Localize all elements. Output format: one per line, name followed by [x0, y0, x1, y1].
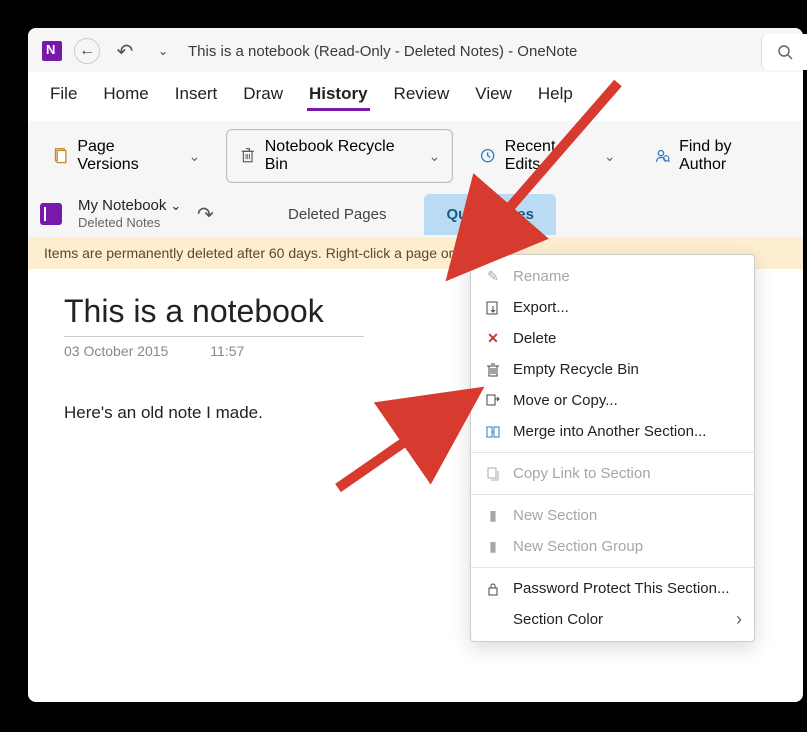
menu-insert[interactable]: Insert: [173, 82, 220, 111]
menu-home[interactable]: Home: [101, 82, 150, 111]
page-date: 03 October 2015: [64, 343, 168, 359]
ctx-merge-section[interactable]: Merge into Another Section...: [471, 416, 754, 447]
menu-review[interactable]: Review: [392, 82, 452, 111]
customize-qat-button[interactable]: ⌄: [150, 38, 176, 64]
nav-back-icon[interactable]: ↶: [197, 202, 214, 227]
separator: [471, 567, 754, 568]
color-icon: [485, 612, 501, 628]
notebook-name: My Notebook: [78, 197, 181, 214]
ctx-new-section: ▮ New Section: [471, 500, 754, 531]
window-title: This is a notebook (Read-Only - Deleted …: [188, 43, 577, 60]
banner-text: Items are permanently deleted after 60 d…: [44, 245, 453, 261]
trash-icon: [485, 362, 501, 378]
ctx-copy-link: Copy Link to Section: [471, 458, 754, 489]
ctx-new-section-group: ▮ New Section Group: [471, 531, 754, 562]
onenote-app-icon: [42, 41, 62, 61]
lock-icon: [485, 581, 501, 597]
back-button[interactable]: ←: [74, 38, 100, 64]
find-author-icon: [654, 147, 671, 165]
ctx-delete[interactable]: ✕ Delete: [471, 323, 754, 354]
notebook-sub: Deleted Notes: [78, 215, 181, 231]
titlebar: ← ↶ ⌄ This is a notebook (Read-Only - De…: [28, 28, 803, 72]
ctx-rename: ✎ Rename: [471, 261, 754, 292]
separator: [471, 494, 754, 495]
annotation-arrow-2: [328, 388, 488, 513]
ctx-move-or-copy[interactable]: Move or Copy...: [471, 385, 754, 416]
page-versions-icon: [52, 147, 69, 165]
trash-icon: [239, 147, 256, 165]
ctx-empty-recycle-bin[interactable]: Empty Recycle Bin: [471, 354, 754, 385]
ctx-password-protect[interactable]: Password Protect This Section...: [471, 573, 754, 604]
rename-icon: ✎: [485, 269, 501, 285]
menu-file[interactable]: File: [48, 82, 79, 111]
menu-history[interactable]: History: [307, 82, 370, 111]
page-versions-button[interactable]: Page Versions: [40, 130, 212, 182]
notebook-bar: My Notebook Deleted Notes ↶ Deleted Page…: [28, 191, 803, 237]
ctx-section-color[interactable]: Section Color: [471, 604, 754, 635]
recycle-bin-label: Notebook Recycle Bin: [265, 138, 417, 174]
menubar: File Home Insert Draw History Review Vie…: [28, 72, 803, 121]
export-icon: [485, 300, 501, 316]
separator: [471, 452, 754, 453]
history-toolbar: Page Versions Notebook Recycle Bin Recen…: [28, 121, 803, 191]
section-group-icon: ▮: [485, 539, 501, 555]
notebook-selector[interactable]: My Notebook Deleted Notes: [78, 197, 181, 231]
notebook-icon: [40, 203, 62, 225]
page-time: 11:57: [210, 343, 244, 359]
find-author-label: Find by Author: [679, 138, 779, 174]
page-versions-label: Page Versions: [77, 138, 176, 174]
find-by-author-button[interactable]: Find by Author: [642, 130, 791, 182]
recycle-bin-button[interactable]: Notebook Recycle Bin: [226, 129, 453, 183]
menu-draw[interactable]: Draw: [241, 82, 285, 111]
delete-icon: ✕: [485, 331, 501, 347]
tab-deleted-pages[interactable]: Deleted Pages: [266, 194, 408, 235]
ctx-export[interactable]: Export...: [471, 292, 754, 323]
onenote-window: ← ↶ ⌄ This is a notebook (Read-Only - De…: [28, 28, 803, 702]
section-context-menu: ✎ Rename Export... ✕ Delete Empty Recycl…: [470, 254, 755, 642]
search-button[interactable]: [761, 34, 807, 70]
annotation-arrow-1: [478, 73, 638, 248]
search-icon: [777, 44, 793, 60]
page-title[interactable]: This is a notebook: [64, 293, 364, 337]
undo-button[interactable]: ↶: [112, 38, 138, 64]
